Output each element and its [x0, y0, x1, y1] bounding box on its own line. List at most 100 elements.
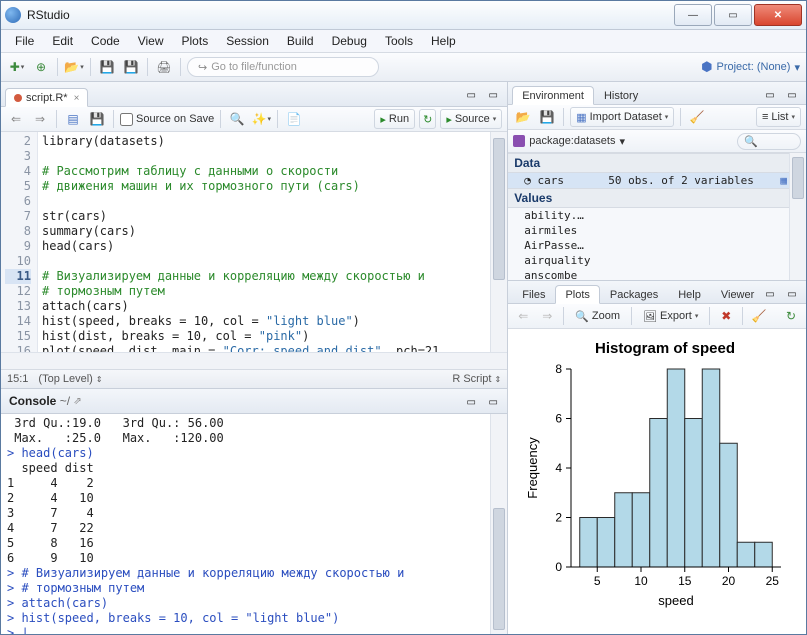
source-tab[interactable]: script.R* ×	[5, 88, 88, 107]
prev-plot-icon[interactable]: ⇐	[513, 306, 533, 326]
save-workspace-icon[interactable]: 💾	[537, 107, 557, 127]
new-project-icon[interactable]: ⊕	[31, 57, 51, 77]
scope-selector[interactable]: (Top Level) ⇕	[38, 373, 102, 385]
menu-file[interactable]: File	[7, 32, 42, 50]
env-scope-selector[interactable]: package:datasets▾	[513, 135, 625, 148]
window-controls: — ▭ ✕	[672, 4, 802, 26]
print-icon[interactable]: 🖨	[154, 57, 174, 77]
show-doc-icon[interactable]: ▤	[63, 109, 83, 129]
import-dataset-button[interactable]: ▦Import Dataset▾	[570, 107, 674, 127]
lang-selector[interactable]: R Script ⇕	[452, 373, 501, 385]
view-mode-button[interactable]: ≡ List▾	[756, 107, 801, 127]
pane-restore-icon[interactable]: ▭	[782, 85, 802, 105]
tab-packages[interactable]: Packages	[600, 285, 668, 304]
env-row[interactable]: airmiles	[508, 223, 789, 238]
env-scope-bar: package:datasets▾ 🔍	[508, 130, 806, 153]
source-button[interactable]: ▸Source▾	[440, 109, 502, 129]
tab-plots[interactable]: Plots	[555, 285, 599, 304]
svg-text:2: 2	[555, 511, 562, 525]
menu-help[interactable]: Help	[423, 32, 464, 50]
compile-report-icon[interactable]: 📄	[284, 109, 304, 129]
menu-edit[interactable]: Edit	[44, 32, 81, 50]
menu-build[interactable]: Build	[279, 32, 322, 50]
tab-viewer[interactable]: Viewer	[711, 285, 764, 304]
goto-file-input[interactable]: ↪ Go to file/function	[187, 57, 379, 77]
pane-restore-icon[interactable]: ▭	[782, 284, 802, 304]
rerun-button[interactable]: ↻	[419, 109, 436, 129]
editor-code[interactable]: library(datasets) # Рассмотрим таблицу с…	[38, 132, 490, 352]
svg-text:6: 6	[555, 412, 562, 426]
plots-tabbar: FilesPlotsPackagesHelpViewer ▭ ▭	[508, 281, 806, 304]
refresh-plot-icon[interactable]: ↻	[781, 306, 801, 326]
editor-vscrollbar[interactable]	[490, 132, 507, 352]
clear-plots-icon[interactable]: 🧹	[749, 306, 769, 326]
env-vscrollbar[interactable]	[789, 153, 806, 280]
remove-plot-icon[interactable]: ✖	[716, 306, 736, 326]
source-tabbar: script.R* × ▭ ▭	[1, 82, 507, 107]
console-title: Console	[9, 394, 56, 408]
pane-restore-icon[interactable]: ▭	[483, 85, 503, 105]
save-icon[interactable]: 💾	[97, 57, 117, 77]
menu-session[interactable]: Session	[218, 32, 277, 50]
clear-workspace-icon[interactable]: 🧹	[687, 107, 707, 127]
maximize-button[interactable]: ▭	[714, 4, 752, 26]
plot-svg: Histogram of speed51015202502468speedFre…	[521, 335, 793, 615]
pane-max-icon[interactable]: ▭	[760, 284, 780, 304]
source-statusbar: 15:1 (Top Level) ⇕ R Script ⇕	[1, 369, 507, 388]
close-button[interactable]: ✕	[754, 4, 802, 26]
plots-toolbar: ⇐ ⇒ 🔍 Zoom 🖼 Export▾ ✖ 🧹 ↻	[508, 304, 806, 329]
console-vscrollbar[interactable]	[490, 414, 507, 634]
svg-text:speed: speed	[658, 593, 693, 608]
find-icon[interactable]: 🔍	[227, 109, 247, 129]
env-row[interactable]: anscombe	[508, 268, 789, 280]
pane-max-icon[interactable]: ▭	[461, 392, 481, 412]
svg-text:Histogram of speed: Histogram of speed	[595, 340, 735, 357]
svg-text:0: 0	[555, 560, 562, 574]
pane-restore-icon[interactable]: ▭	[483, 392, 503, 412]
project-selector[interactable]: ⬢ Project: (None) ▾	[701, 59, 800, 75]
env-row[interactable]: AirPasse…	[508, 238, 789, 253]
menu-view[interactable]: View	[130, 32, 172, 50]
save-source-icon[interactable]: 💾	[87, 109, 107, 129]
svg-text:10: 10	[634, 574, 648, 588]
console-popout-icon[interactable]: ⇗	[73, 396, 81, 407]
minimize-button[interactable]: —	[674, 4, 712, 26]
env-search-input[interactable]: 🔍	[737, 133, 801, 150]
back-icon[interactable]: ⇐	[6, 109, 26, 129]
new-file-icon[interactable]: ✚▾	[7, 57, 27, 77]
menu-debug[interactable]: Debug	[324, 32, 375, 50]
run-button[interactable]: ▸Run	[374, 109, 415, 129]
tab-environment[interactable]: Environment	[512, 86, 594, 105]
source-toolbar: ⇐ ⇒ ▤ 💾 Source on Save 🔍 ✨▾ 📄	[1, 107, 507, 132]
goto-placeholder: Go to file/function	[211, 61, 297, 73]
svg-text:25: 25	[766, 574, 780, 588]
save-all-icon[interactable]: 💾	[121, 57, 141, 77]
env-row[interactable]: ◔ cars50 obs. of 2 variables▦	[508, 173, 789, 188]
next-plot-icon[interactable]: ⇒	[537, 306, 557, 326]
env-body[interactable]: Data◔ cars50 obs. of 2 variables▦Valuesa…	[508, 153, 789, 280]
unsaved-dot-icon	[14, 94, 22, 102]
forward-icon[interactable]: ⇒	[30, 109, 50, 129]
editor-hscrollbar[interactable]	[1, 352, 507, 369]
export-button[interactable]: 🖼 Export▾	[638, 307, 703, 325]
load-workspace-icon[interactable]: 📂	[513, 107, 533, 127]
env-row[interactable]: ability.…	[508, 208, 789, 223]
menu-plots[interactable]: Plots	[174, 32, 217, 50]
env-row[interactable]: airquality	[508, 253, 789, 268]
zoom-button[interactable]: 🔍 Zoom	[570, 307, 625, 325]
tab-help[interactable]: Help	[668, 285, 711, 304]
source-editor[interactable]: 23456789101112131415161718192021 library…	[1, 132, 507, 352]
main-toolbar: ✚▾ ⊕ 📂▾ 💾 💾 🖨 ↪ Go to file/function ⬢ Pr…	[1, 53, 806, 82]
close-tab-icon[interactable]: ×	[74, 93, 80, 104]
source-on-save-checkbox[interactable]: Source on Save	[120, 113, 214, 126]
left-column: script.R* × ▭ ▭ ⇐ ⇒ ▤ 💾	[1, 82, 508, 634]
wand-icon[interactable]: ✨▾	[251, 109, 271, 129]
menu-tools[interactable]: Tools	[377, 32, 421, 50]
tab-files[interactable]: Files	[512, 285, 555, 304]
console-body[interactable]: 3rd Qu.:19.0 3rd Qu.: 56.00 Max. :25.0 M…	[1, 414, 490, 634]
pane-max-icon[interactable]: ▭	[760, 85, 780, 105]
pane-max-icon[interactable]: ▭	[461, 85, 481, 105]
tab-history[interactable]: History	[594, 86, 648, 105]
menu-code[interactable]: Code	[83, 32, 128, 50]
open-file-icon[interactable]: 📂▾	[64, 57, 84, 77]
